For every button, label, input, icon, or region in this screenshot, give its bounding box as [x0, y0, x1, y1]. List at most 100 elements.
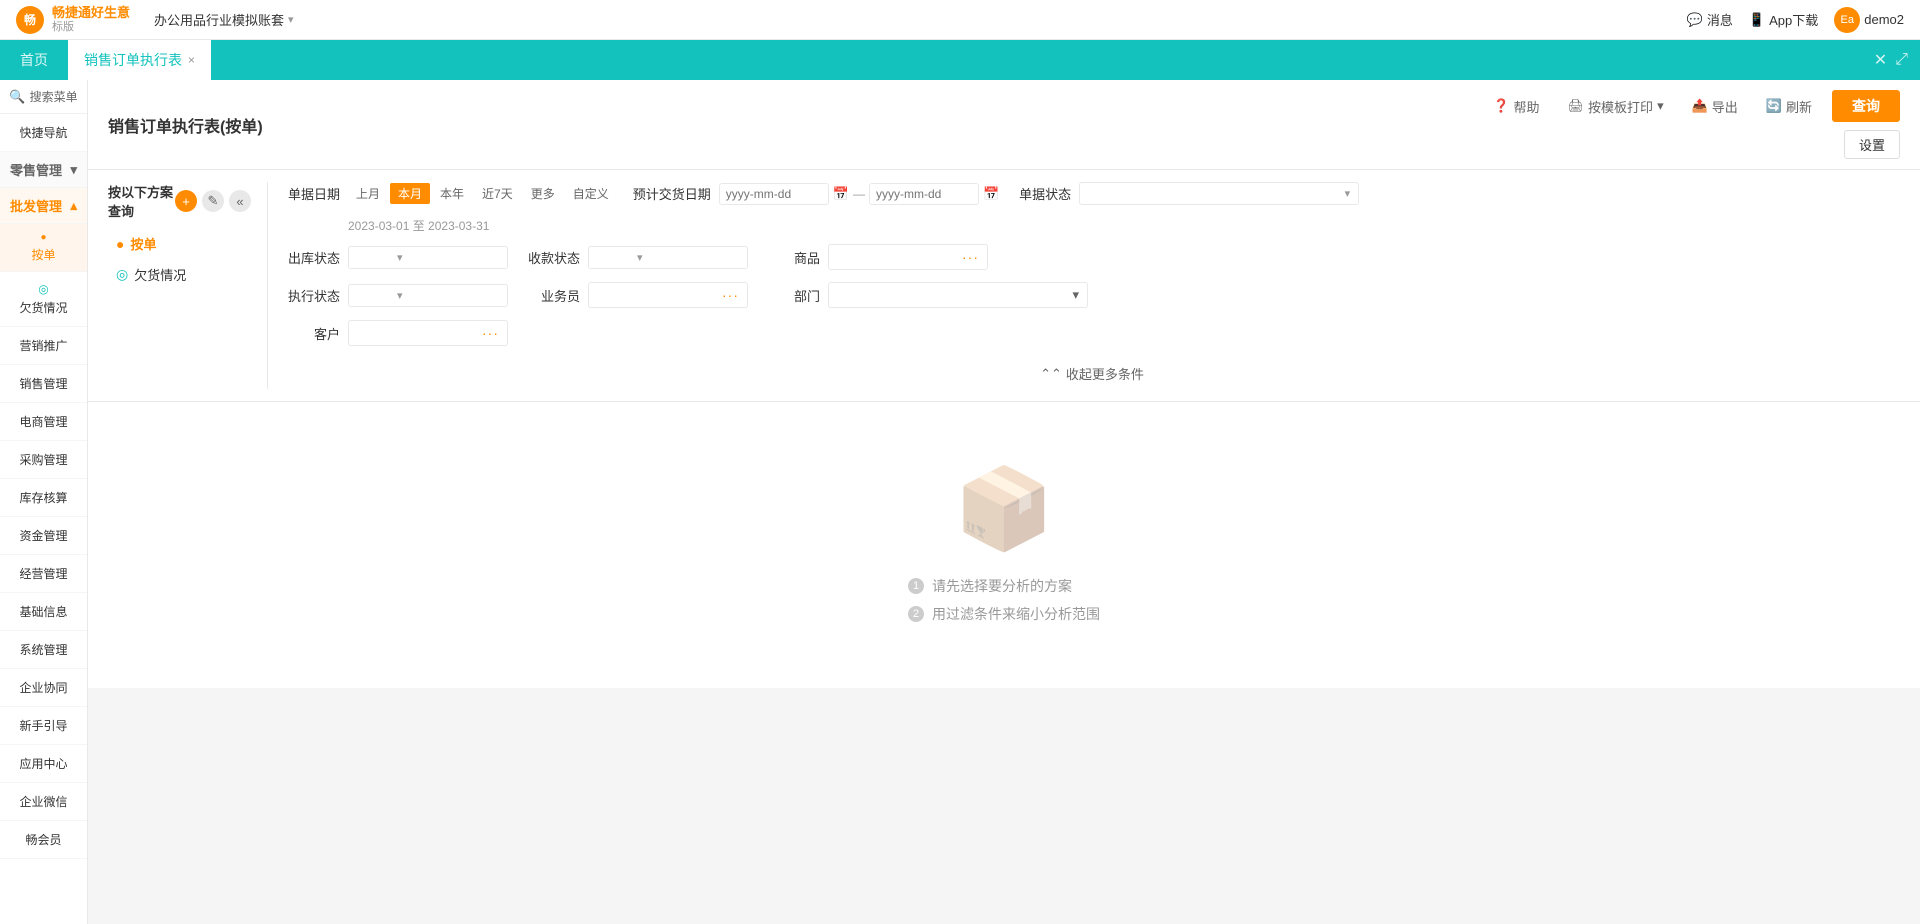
sidebar-sub-item-shortage[interactable]: ◎ 欠货情况 [0, 272, 87, 327]
sidebar-item-member[interactable]: 畅会员 [0, 821, 87, 859]
payment-arrow-icon: ▾ [637, 251, 643, 264]
user-menu[interactable]: Ea demo2 [1834, 7, 1904, 33]
page-header: 销售订单执行表(按单) ❓ 帮助 🖨 按模板打印 ▾ 📤 导出 [88, 80, 1920, 170]
tip-text-1: 请先选择要分析的方案 [932, 572, 1072, 600]
date-label: 单据日期 [284, 184, 340, 203]
basics-label: 基础信息 [19, 603, 67, 620]
filter-area: 按以下方案查询 + ✎ « ● 按单 [88, 170, 1920, 402]
inventory-label: 库存核算 [19, 489, 67, 506]
page-title: 销售订单执行表(按单) [108, 113, 263, 137]
expected-date-end[interactable] [869, 183, 979, 205]
date-tab-7days[interactable]: 近7天 [474, 183, 521, 204]
sidebar-item-wholesale[interactable]: 批发管理 ▴ [0, 188, 87, 224]
search-menu-btn[interactable]: 🔍 搜索菜单 [0, 80, 87, 114]
sidebar-item-purchase[interactable]: 采购管理 [0, 441, 87, 479]
payment-filter-group: 收款状态 ▾ [524, 246, 748, 269]
account-selector[interactable]: 办公用品行业模拟账套 ▾ [154, 10, 294, 29]
sidebar: 🔍 搜索菜单 快捷导航 零售管理 ▾ 批发管理 ▴ ● 按单 ◎ 欠货情况 营销… [0, 80, 88, 924]
sidebar-item-retail[interactable]: 零售管理 ▾ [0, 152, 87, 188]
status-label: 单据状态 [1015, 184, 1071, 203]
date-tab-current-year[interactable]: 本年 [432, 183, 472, 204]
appstore-label: 应用中心 [19, 755, 67, 772]
sidebar-item-basics[interactable]: 基础信息 [0, 593, 87, 631]
print-icon: 🖨 [1568, 98, 1585, 114]
delivery-arrow-icon: ▾ [397, 251, 403, 264]
status-select[interactable]: ▾ [1079, 182, 1359, 205]
sidebar-item-finance[interactable]: 资金管理 [0, 517, 87, 555]
filter-row-1: 单据日期 上月 本月 本年 近7天 更多 自定义 预计交货日期 [284, 182, 1900, 205]
delivery-select[interactable]: ▾ [348, 246, 508, 269]
refresh-btn[interactable]: 🔄 刷新 [1758, 93, 1820, 120]
print-arrow-icon: ▾ [1657, 98, 1664, 114]
shortage-method-label: 欠货情况 [134, 265, 186, 284]
filter-method-order[interactable]: ● 按单 [108, 228, 251, 259]
date-tab-last-month[interactable]: 上月 [348, 183, 388, 204]
sidebar-item-guide[interactable]: 新手引导 [0, 707, 87, 745]
main-layout: 🔍 搜索菜单 快捷导航 零售管理 ▾ 批发管理 ▴ ● 按单 ◎ 欠货情况 营销… [0, 80, 1920, 924]
payment-select[interactable]: ▾ [588, 246, 748, 269]
member-label: 畅会员 [25, 831, 61, 848]
sidebar-sub-item-order[interactable]: ● 按单 [0, 224, 87, 272]
date-tab-custom[interactable]: 自定义 [565, 183, 617, 204]
sidebar-item-quick-nav[interactable]: 快捷导航 [0, 114, 87, 152]
sidebar-item-system[interactable]: 系统管理 [0, 631, 87, 669]
empty-illustration: 📦 [954, 462, 1054, 556]
purchase-label: 采购管理 [19, 451, 67, 468]
date-tab-more[interactable]: 更多 [523, 183, 563, 204]
exec-label: 执行状态 [284, 286, 340, 305]
refresh-icon: 🔄 [1766, 98, 1782, 114]
system-label: 系统管理 [19, 641, 67, 658]
order-method-label: 按单 [130, 234, 156, 253]
sidebar-item-wechat[interactable]: 企业微信 [0, 783, 87, 821]
query-button[interactable]: 查询 [1832, 90, 1900, 122]
sidebar-item-appstore[interactable]: 应用中心 [0, 745, 87, 783]
goods-filter-group: 商品 ··· [764, 244, 988, 270]
sidebar-item-sales[interactable]: 销售管理 [0, 365, 87, 403]
export-btn[interactable]: 📤 导出 [1684, 93, 1746, 120]
app-subtitle: 标版 [52, 21, 130, 34]
help-btn[interactable]: ❓ 帮助 [1485, 93, 1547, 120]
close-window-icon[interactable]: ✕ [1874, 50, 1887, 70]
filter-method-shortage[interactable]: ◎ 欠货情况 [108, 259, 251, 290]
salesman-select[interactable]: ··· [588, 282, 748, 308]
export-icon: 📤 [1692, 98, 1708, 114]
goods-select[interactable]: ··· [828, 244, 988, 270]
edit-icon: ✎ [208, 193, 219, 209]
customer-label: 客户 [284, 324, 340, 343]
filter-sidebar-btns: + ✎ « [175, 190, 251, 212]
tab-home[interactable]: 首页 [0, 40, 68, 80]
tab-sales-order[interactable]: 销售订单执行表 × [68, 40, 211, 80]
settings-button[interactable]: 设置 [1844, 130, 1900, 159]
date-tab-current-month[interactable]: 本月 [390, 183, 430, 204]
ecommerce-label: 电商管理 [19, 413, 67, 430]
shortage-method-icon: ◎ [116, 266, 128, 283]
status-filter-group: 单据状态 ▾ [1015, 182, 1359, 205]
print-btn[interactable]: 🖨 按模板打印 ▾ [1560, 93, 1672, 120]
dept-filter-group: 部门 ▾ [764, 282, 1088, 308]
content-area: 销售订单执行表(按单) ❓ 帮助 🖨 按模板打印 ▾ 📤 导出 [88, 80, 1920, 924]
customer-more-icon: ··· [482, 325, 499, 341]
tab-close-icon[interactable]: × [188, 53, 195, 67]
expected-date-start[interactable] [719, 183, 829, 205]
add-method-btn[interactable]: + [175, 190, 197, 212]
collab-label: 企业协同 [19, 679, 67, 696]
sidebar-item-marketing[interactable]: 营销推广 [0, 327, 87, 365]
app-download-btn[interactable]: 📱 App下载 [1749, 10, 1818, 29]
logo-icon: 畅 [16, 6, 44, 34]
message-btn[interactable]: 💬 消息 [1687, 10, 1733, 29]
customer-select[interactable]: ··· [348, 320, 508, 346]
sidebar-item-collab[interactable]: 企业协同 [0, 669, 87, 707]
collapse-filter-btn[interactable]: ⌃⌃ 收起更多条件 [284, 358, 1900, 389]
status-select-arrow: ▾ [1345, 187, 1351, 200]
edit-method-btn[interactable]: ✎ [202, 190, 224, 212]
sidebar-item-ecommerce[interactable]: 电商管理 [0, 403, 87, 441]
maximize-icon[interactable]: ⤢ [1895, 51, 1908, 69]
dept-select[interactable]: ▾ [828, 282, 1088, 308]
tip-text-2: 用过滤条件来缩小分析范围 [932, 600, 1100, 628]
exec-select[interactable]: ▾ [348, 284, 508, 307]
collapse-sidebar-btn[interactable]: « [229, 190, 251, 212]
sidebar-item-inventory[interactable]: 库存核算 [0, 479, 87, 517]
sidebar-item-operations[interactable]: 经营管理 [0, 555, 87, 593]
account-name: 办公用品行业模拟账套 [154, 10, 284, 29]
download-icon: 📱 [1749, 12, 1765, 28]
